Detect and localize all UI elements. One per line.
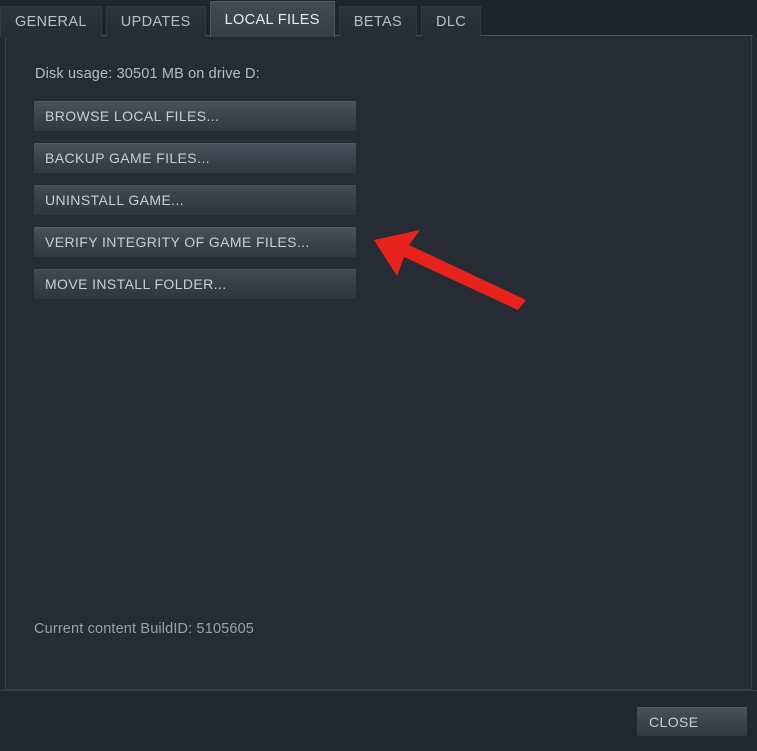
content-buildid-label: Current content BuildID: 5105605 — [34, 621, 255, 637]
dialog-footer: CLOSE — [0, 690, 757, 751]
tab-betas[interactable]: BETAS — [338, 6, 418, 37]
local-files-action-list: BROWSE LOCAL FILES... BACKUP GAME FILES.… — [34, 101, 356, 311]
backup-game-files-button[interactable]: BACKUP GAME FILES... — [34, 143, 356, 173]
tab-betas-label: BETAS — [353, 14, 403, 30]
verify-integrity-of-game-files-button[interactable]: VERIFY INTEGRITY OF GAME FILES... — [34, 227, 356, 257]
tab-general[interactable]: GENERAL — [0, 6, 102, 37]
uninstall-game-button[interactable]: UNINSTALL GAME... — [34, 185, 356, 215]
browse-local-files-button[interactable]: BROWSE LOCAL FILES... — [34, 101, 356, 131]
game-properties-window: GENERAL UPDATES LOCAL FILES BETAS DLC Di… — [0, 0, 757, 751]
disk-usage-label: Disk usage: 30501 MB on drive D: — [35, 66, 260, 82]
move-install-folder-button[interactable]: MOVE INSTALL FOLDER... — [34, 269, 356, 299]
properties-tab-bar: GENERAL UPDATES LOCAL FILES BETAS DLC — [0, 0, 757, 37]
close-button[interactable]: CLOSE — [637, 707, 747, 736]
tab-dlc[interactable]: DLC — [421, 6, 482, 37]
tab-dlc-label: DLC — [436, 14, 467, 30]
tab-updates-label: UPDATES — [120, 14, 191, 30]
tab-general-label: GENERAL — [15, 14, 87, 30]
tab-updates[interactable]: UPDATES — [105, 6, 206, 37]
tab-local-files-label: LOCAL FILES — [224, 11, 320, 28]
local-files-panel: Disk usage: 30501 MB on drive D: BROWSE … — [5, 36, 752, 690]
tab-local-files[interactable]: LOCAL FILES — [209, 1, 335, 37]
